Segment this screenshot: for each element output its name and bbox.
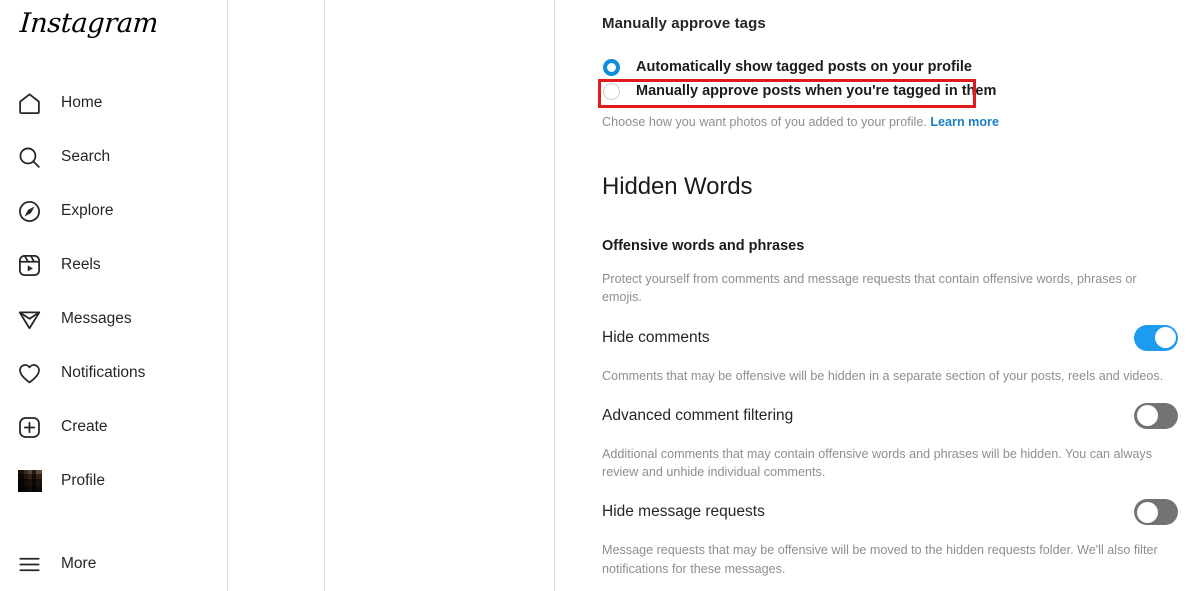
sidebar-more-section: More (0, 537, 228, 591)
offensive-words-subheading: Offensive words and phrases (602, 238, 805, 254)
instagram-settings-window: Instagram Home Search Explore Reels Mess… (0, 0, 1200, 591)
sidebar-item-reels[interactable]: Reels (0, 238, 228, 292)
setting-label: Hide comments (602, 328, 710, 346)
sidebar-item-label: Explore (61, 202, 114, 219)
manually-approve-tags-heading: Manually approve tags (602, 15, 766, 32)
radio-selected-icon[interactable] (603, 58, 620, 76)
radio-unselected-icon[interactable] (603, 82, 620, 100)
sidebar-nav-list: Home Search Explore Reels Messages Notif… (0, 76, 228, 508)
advanced-comment-filtering-toggle[interactable] (1134, 402, 1178, 429)
sidebar-item-label: Messages (61, 310, 132, 327)
hide-message-requests-toggle[interactable] (1134, 499, 1178, 526)
radio-option-label: Manually approve posts when you're tagge… (636, 83, 997, 99)
sidebar-item-explore[interactable]: Explore (0, 184, 228, 238)
sidebar-item-label: Notifications (61, 364, 146, 381)
radio-option-automatic[interactable]: Automatically show tagged posts on your … (602, 55, 1178, 79)
sidebar-item-notifications[interactable]: Notifications (0, 346, 228, 400)
setting-row-advanced-comment-filtering: Advanced comment filtering (602, 402, 1178, 429)
sidebar-item-label: Profile (61, 472, 105, 489)
offensive-words-description: Protect yourself from comments and messa… (602, 272, 1137, 305)
hamburger-menu-icon (14, 549, 44, 579)
sidebar-item-label: More (61, 555, 97, 572)
hidden-words-title: Hidden Words (602, 173, 753, 200)
sidebar-item-label: Search (61, 148, 111, 165)
settings-rail-panel (229, 0, 325, 591)
toggle-knob (1136, 405, 1158, 427)
avatar-icon (14, 466, 44, 496)
avatar (18, 470, 42, 492)
paper-plane-icon (14, 304, 44, 334)
setting-row-hide-message-requests: Hide message requests (602, 499, 1178, 526)
hide-comments-description: Comments that may be offensive will be h… (602, 368, 1164, 383)
setting-label: Advanced comment filtering (602, 406, 794, 424)
settings-content-panel: Manually approve tags Automatically show… (556, 0, 1200, 591)
advanced-comment-filtering-description: Additional comments that may contain off… (602, 446, 1153, 479)
sidebar-item-more[interactable]: More (0, 537, 228, 591)
home-icon (14, 88, 44, 118)
hide-comments-toggle[interactable] (1134, 324, 1178, 351)
sidebar-item-label: Create (61, 418, 108, 435)
helper-text-body: Choose how you want photos of you added … (602, 115, 927, 129)
tag-approval-radio-group: Automatically show tagged posts on your … (598, 55, 1178, 108)
plus-square-icon (14, 412, 44, 442)
toggle-knob (1154, 327, 1176, 348)
radio-option-label: Automatically show tagged posts on your … (636, 59, 972, 75)
sidebar-item-profile[interactable]: Profile (0, 454, 228, 508)
hide-message-requests-description: Message requests that may be offensive w… (602, 543, 1158, 576)
setting-row-hide-comments: Hide comments (602, 324, 1178, 351)
radio-option-manual[interactable]: Manually approve posts when you're tagge… (602, 79, 1178, 103)
sidebar-item-search[interactable]: Search (0, 130, 228, 184)
setting-label: Hide message requests (602, 503, 765, 521)
sidebar-item-create[interactable]: Create (0, 400, 228, 454)
learn-more-link[interactable]: Learn more (930, 115, 999, 129)
toggle-knob (1136, 501, 1158, 523)
left-sidebar: Instagram Home Search Explore Reels Mess… (0, 0, 228, 591)
tag-approval-helper-text: Choose how you want photos of you added … (602, 114, 1178, 131)
settings-menu-panel (326, 0, 555, 591)
reels-icon (14, 250, 44, 280)
sidebar-item-home[interactable]: Home (0, 76, 228, 130)
sidebar-item-label: Home (61, 94, 103, 111)
sidebar-item-label: Reels (61, 256, 101, 273)
search-icon (14, 142, 44, 172)
instagram-wordmark-logo[interactable]: Instagram (19, 8, 159, 39)
compass-icon (14, 196, 44, 226)
heart-icon (14, 358, 44, 388)
sidebar-item-messages[interactable]: Messages (0, 292, 228, 346)
